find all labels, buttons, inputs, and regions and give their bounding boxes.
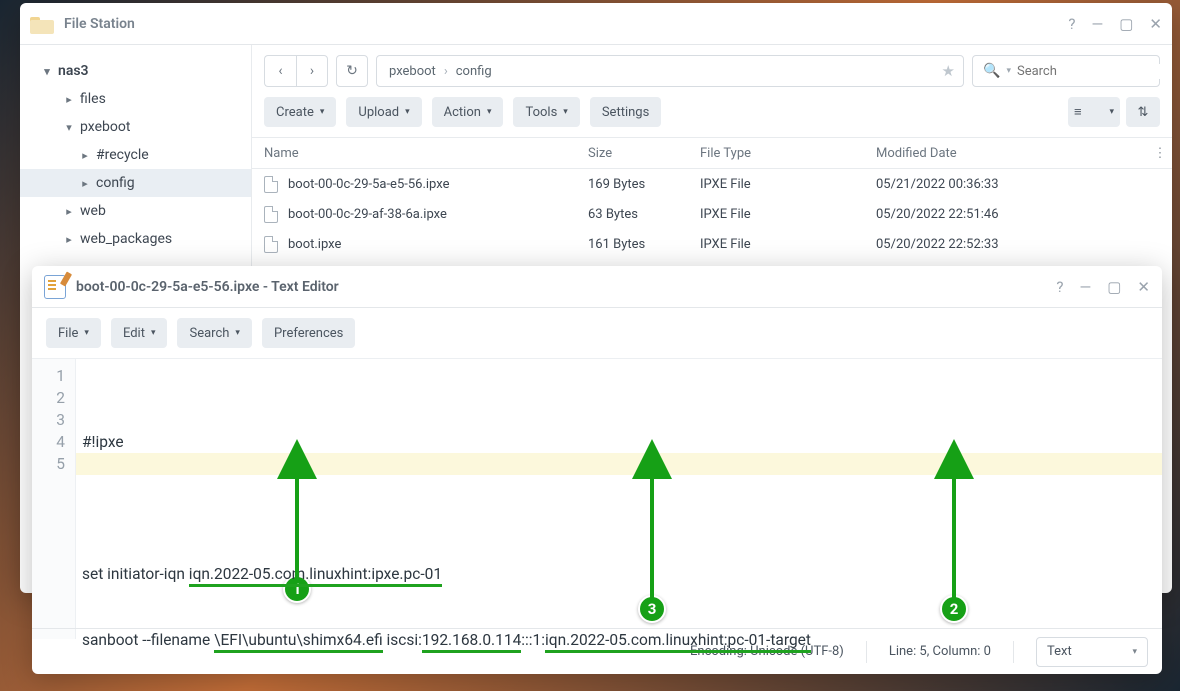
table-header: Name Size File Type Modified Date ⋮	[252, 137, 1172, 169]
breadcrumb[interactable]: pxeboot › config ★	[376, 55, 964, 87]
underline-target-iqn: iqn.2022-05.com.linuxhint:pc-01-target	[545, 631, 811, 653]
prefs-button[interactable]: Preferences	[262, 318, 355, 348]
maximize-icon[interactable]: ▢	[1107, 278, 1121, 296]
file-menu[interactable]: File▾	[46, 318, 101, 348]
fs-nav-toolbar: ‹ › ↻ pxeboot › config ★ 🔍 ▾	[252, 45, 1172, 97]
chevron-right-icon: ▸	[64, 93, 74, 106]
sort-button[interactable]: ⇅	[1126, 97, 1160, 127]
underline-iqn-initiator: iqn.2022-05.com.linuxhint:ipxe.pc-01	[189, 565, 442, 587]
search-input[interactable]	[1017, 64, 1172, 79]
tree-item-pxeboot[interactable]: ▾ pxeboot	[20, 113, 251, 141]
status-position: Line: 5, Column: 0	[889, 644, 991, 659]
upload-button[interactable]: Upload▾	[346, 97, 421, 127]
nav-forward-button[interactable]: ›	[296, 55, 328, 87]
create-button[interactable]: Create▾	[264, 97, 336, 127]
file-icon	[264, 206, 278, 223]
table-row[interactable]: boot-00-0c-29-af-38-6a.ipxe 63 Bytes IPX…	[252, 199, 1172, 229]
chevron-down-icon[interactable]: ▾	[1006, 66, 1011, 76]
col-size[interactable]: Size	[576, 146, 688, 161]
text-editor-icon	[44, 275, 66, 299]
te-title: boot-00-0c-29-5a-e5-56.ipxe - Text Edito…	[76, 279, 339, 295]
te-titlebar[interactable]: boot-00-0c-29-5a-e5-56.ipxe - Text Edito…	[32, 266, 1162, 308]
code-area[interactable]: #!ipxe set initiator-iqn iqn.2022-05.com…	[76, 359, 1162, 639]
text-editor-window: boot-00-0c-29-5a-e5-56.ipxe - Text Edito…	[32, 266, 1162, 674]
chevron-right-icon: ▸	[80, 149, 90, 162]
chevron-right-icon: ›	[444, 64, 448, 79]
tree-item-web-packages[interactable]: ▸ web_packages	[20, 225, 251, 253]
list-icon: ≡	[1074, 104, 1082, 120]
underline-efi-path: \EFI\ubuntu\shimx64.efi	[214, 631, 383, 653]
chevron-down-icon: ▾	[42, 65, 52, 78]
minimize-icon[interactable]: —	[1092, 15, 1104, 33]
underline-ip: 192.168.0.114	[422, 631, 521, 653]
table-row[interactable]: boot.ipxe 161 Bytes IPXE File 05/20/2022…	[252, 229, 1172, 259]
close-icon[interactable]: ✕	[1137, 278, 1150, 296]
help-icon[interactable]: ?	[1056, 278, 1063, 296]
view-mode-button[interactable]: ≡▾	[1068, 97, 1120, 127]
refresh-button[interactable]: ↻	[336, 55, 368, 87]
chevron-right-icon: ▸	[64, 205, 74, 218]
col-type[interactable]: File Type	[688, 146, 864, 161]
chevron-down-icon: ▾	[64, 121, 74, 134]
te-toolbar: File▾ Edit▾ Search▾ Preferences	[32, 308, 1162, 359]
more-columns-icon[interactable]: ⋮	[1148, 146, 1172, 161]
search-icon: 🔍	[983, 63, 1000, 79]
editor[interactable]: 1 2 3 4 5 #!ipxe set initiator-iqn iqn.2…	[32, 359, 1162, 639]
annotation-badge-2: 2	[940, 595, 968, 623]
edit-menu[interactable]: Edit▾	[111, 318, 168, 348]
breadcrumb-part[interactable]: pxeboot	[389, 64, 436, 79]
star-icon[interactable]: ★	[942, 62, 955, 80]
tree-item-recycle[interactable]: ▸ #recycle	[20, 141, 251, 169]
gutter: 1 2 3 4 5	[32, 359, 76, 639]
folder-icon	[30, 14, 54, 34]
search-menu[interactable]: Search▾	[177, 318, 251, 348]
annotation-badge-3: 3	[638, 595, 666, 623]
fs-action-toolbar: Create▾ Upload▾ Action▾ Tools▾ Settings …	[252, 97, 1172, 137]
language-select[interactable]: Text ▾	[1036, 637, 1148, 667]
file-icon	[264, 236, 278, 253]
current-line-highlight	[76, 453, 1162, 475]
col-date[interactable]: Modified Date	[864, 146, 1148, 161]
col-name[interactable]: Name	[252, 146, 576, 161]
chevron-down-icon: ▾	[1109, 107, 1114, 117]
fs-titlebar[interactable]: File Station ? — ▢ ✕	[20, 3, 1172, 45]
breadcrumb-part[interactable]: config	[456, 64, 492, 79]
separator	[866, 641, 867, 663]
search-box[interactable]: 🔍 ▾	[972, 55, 1160, 87]
chevron-right-icon: ▸	[64, 233, 74, 246]
fs-title: File Station	[64, 16, 135, 32]
close-icon[interactable]: ✕	[1149, 15, 1162, 33]
separator	[1013, 641, 1014, 663]
nav-back-button[interactable]: ‹	[264, 55, 296, 87]
table-row[interactable]: boot-00-0c-29-5a-e5-56.ipxe 169 Bytes IP…	[252, 169, 1172, 199]
tools-button[interactable]: Tools▾	[513, 97, 579, 127]
minimize-icon[interactable]: —	[1080, 278, 1092, 296]
help-icon[interactable]: ?	[1068, 15, 1075, 33]
chevron-down-icon: ▾	[1132, 647, 1137, 657]
chevron-right-icon: ▸	[80, 177, 90, 190]
tree-item-files[interactable]: ▸ files	[20, 85, 251, 113]
file-icon	[264, 176, 278, 193]
maximize-icon[interactable]: ▢	[1119, 15, 1133, 33]
tree-item-config[interactable]: ▸ config	[20, 169, 251, 197]
tree-root[interactable]: ▾ nas3	[20, 57, 251, 85]
tree-item-web[interactable]: ▸ web	[20, 197, 251, 225]
settings-button[interactable]: Settings	[590, 97, 661, 127]
action-button[interactable]: Action▾	[432, 97, 504, 127]
